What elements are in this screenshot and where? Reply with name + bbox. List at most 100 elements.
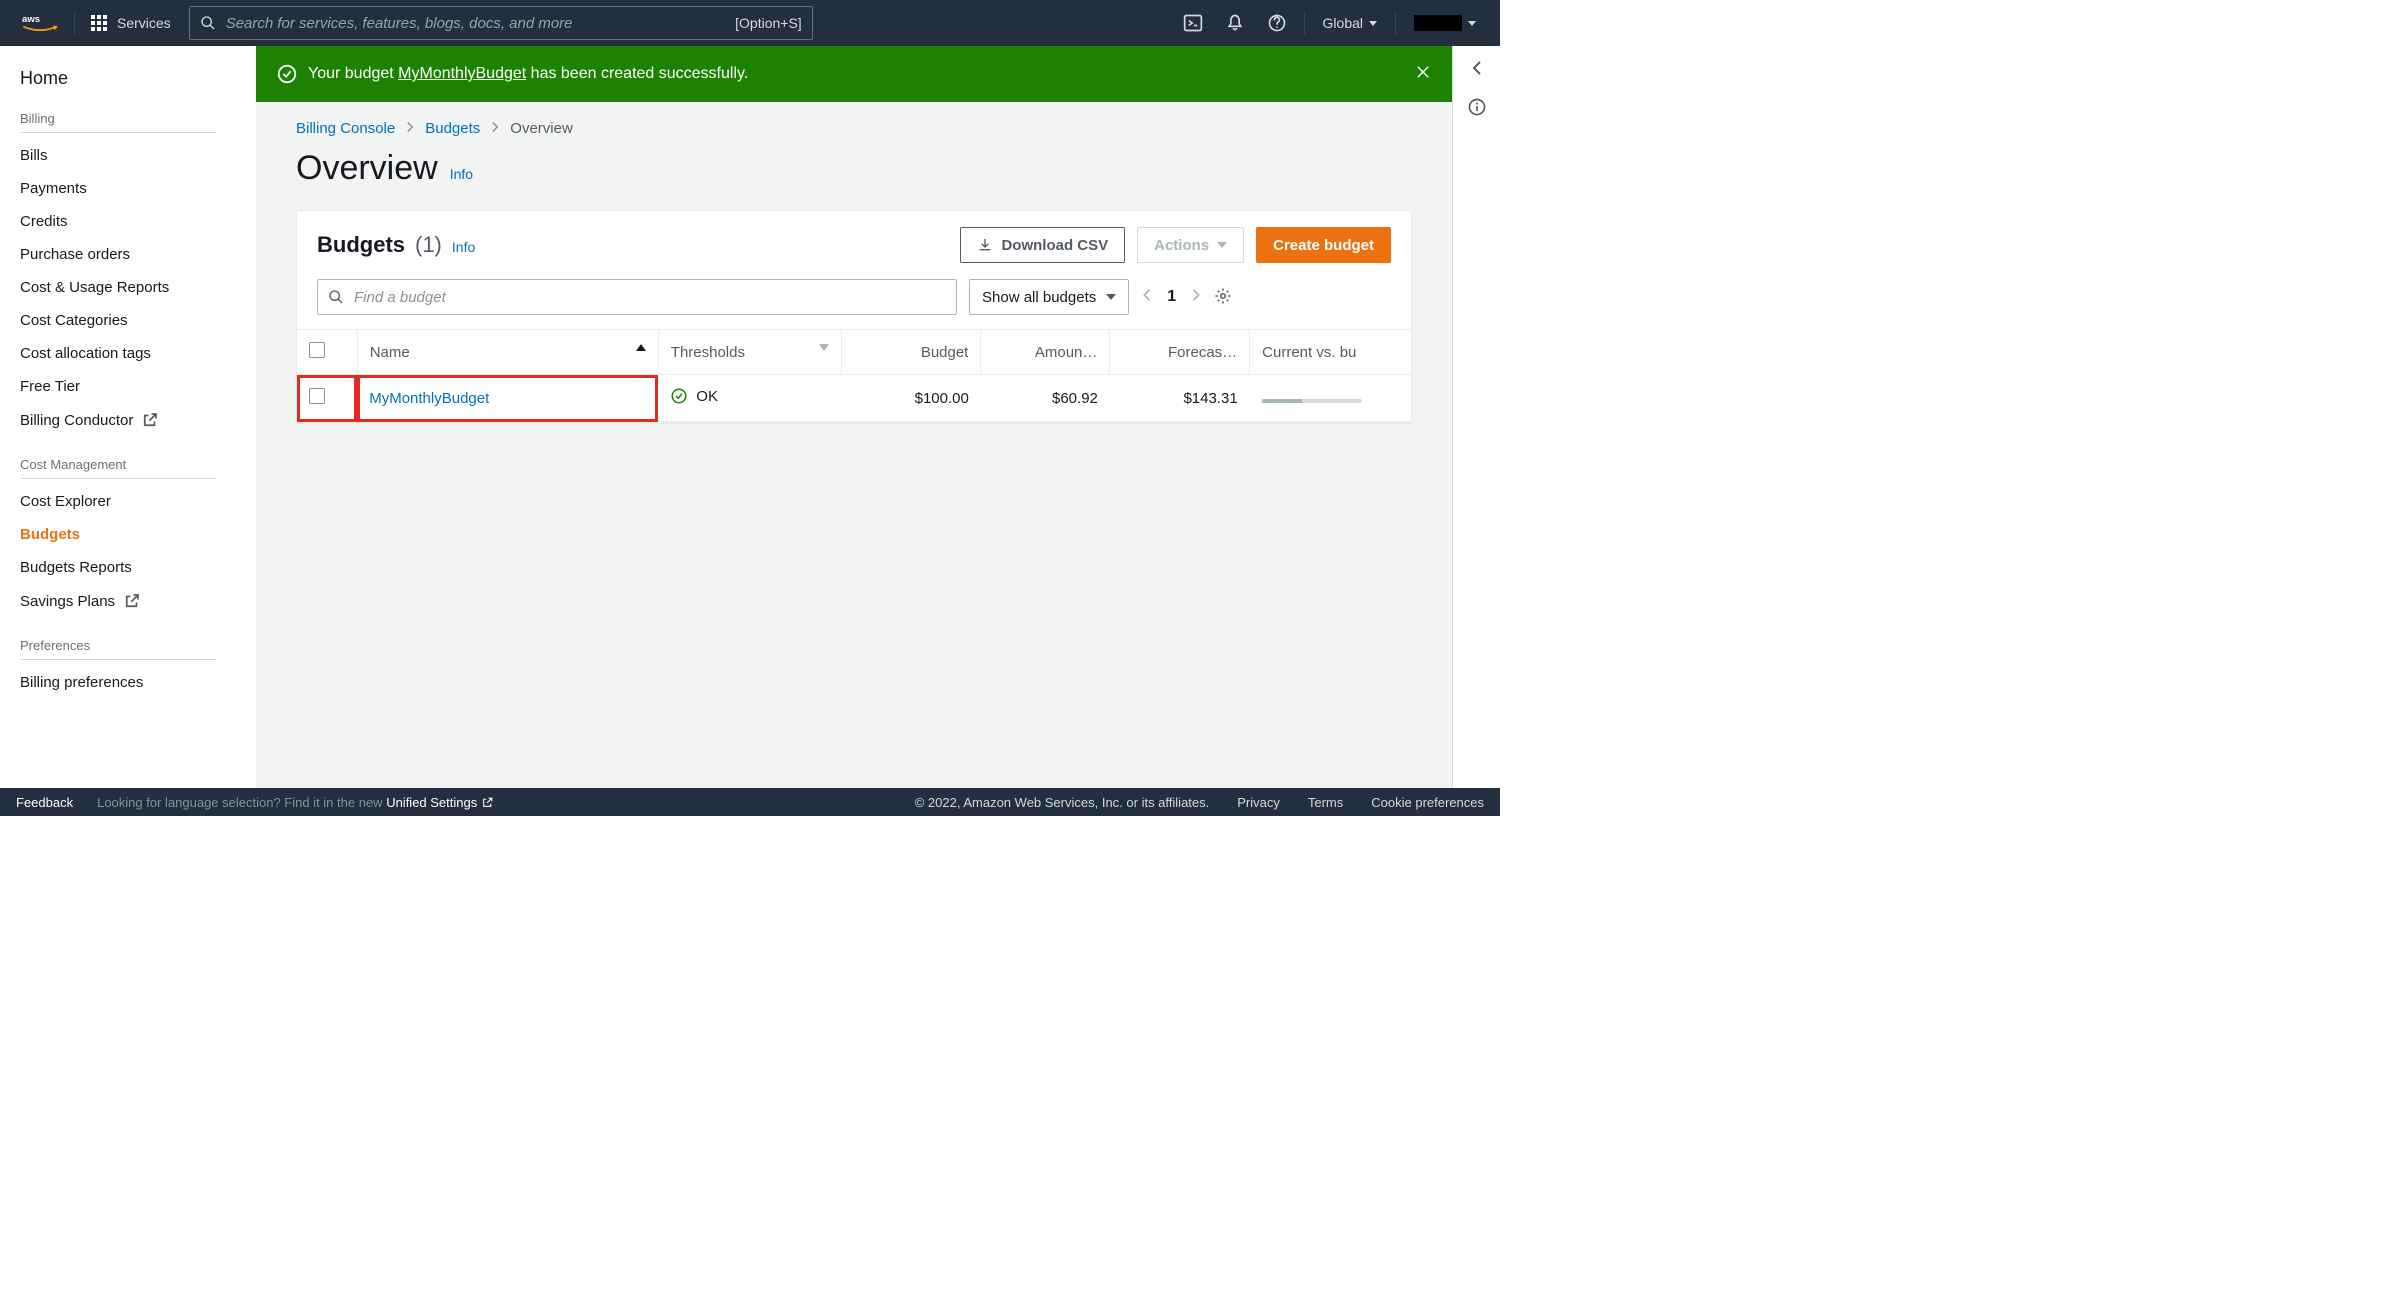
alert-budget-link[interactable]: MyMonthlyBudget [398, 65, 526, 82]
sidenav-item-bills[interactable]: Bills [20, 139, 216, 172]
table-header-row: Name Thresholds Budget Amoun… Forecas… C… [297, 330, 1411, 375]
download-icon [977, 237, 993, 253]
check-circle-icon [670, 387, 688, 405]
sort-asc-icon [636, 344, 646, 351]
sidenav-item-billing-conductor[interactable]: Billing Conductor [20, 403, 216, 437]
col-forecast[interactable]: Forecas… [1110, 330, 1250, 375]
sidenav-item-budgets[interactable]: Budgets [20, 518, 216, 551]
budgets-panel: Budgets (1) Info Download CSV Actions [296, 210, 1412, 423]
col-budget[interactable]: Budget [841, 330, 981, 375]
privacy-link[interactable]: Privacy [1237, 795, 1280, 810]
sidenav-item-cost-allocation-tags[interactable]: Cost allocation tags [20, 337, 216, 370]
bell-icon [1225, 13, 1245, 33]
alert-message: Your budget MyMonthlyBudget has been cre… [308, 65, 1404, 83]
breadcrumb-root[interactable]: Billing Console [296, 120, 395, 137]
create-budget-button[interactable]: Create budget [1256, 227, 1391, 263]
filter-dropdown[interactable]: Show all budgets [969, 279, 1129, 315]
services-button[interactable]: Services [81, 0, 181, 46]
right-rail-collapse-button[interactable] [1470, 60, 1484, 79]
external-link-icon [123, 592, 141, 610]
chevron-down-icon [1468, 21, 1476, 26]
budget-name-link[interactable]: MyMonthlyBudget [369, 390, 489, 407]
breadcrumb-parent[interactable]: Budgets [425, 120, 480, 137]
sidenav-item-billing-preferences[interactable]: Billing preferences [20, 666, 216, 699]
feedback-link[interactable]: Feedback [16, 795, 73, 810]
page-info-link[interactable]: Info [450, 166, 473, 182]
footer-copyright: © 2022, Amazon Web Services, Inc. or its… [915, 795, 1210, 810]
col-thresholds[interactable]: Thresholds [658, 330, 841, 375]
budgets-table: Name Thresholds Budget Amoun… Forecas… C… [297, 329, 1411, 422]
gear-icon [1214, 287, 1232, 305]
apps-grid-icon [91, 15, 107, 31]
breadcrumb-current: Overview [510, 120, 573, 137]
lang-hint: Looking for language selection? Find it … [97, 795, 494, 810]
sidenav-item-cur[interactable]: Cost & Usage Reports [20, 271, 216, 304]
terms-link[interactable]: Terms [1308, 795, 1343, 810]
panel-title: Budgets (1) Info [317, 232, 475, 258]
sidenav-item-credits[interactable]: Credits [20, 205, 216, 238]
check-circle-icon [276, 63, 298, 85]
help-button[interactable] [1256, 0, 1298, 46]
table-row: MyMonthlyBudget OK $100.00 $60.92 $143.3… [297, 375, 1411, 422]
sidenav-item-payments[interactable]: Payments [20, 172, 216, 205]
chevron-left-icon [1470, 60, 1484, 76]
progress-bar [1262, 399, 1362, 403]
col-current-vs[interactable]: Current vs. bu [1250, 330, 1411, 375]
right-rail-info-button[interactable] [1467, 97, 1487, 120]
close-icon [1414, 63, 1432, 81]
threshold-status: OK [670, 387, 718, 405]
success-alert: Your budget MyMonthlyBudget has been cre… [256, 46, 1452, 102]
sidenav-item-purchase-orders[interactable]: Purchase orders [20, 238, 216, 271]
sidenav-item-cost-explorer[interactable]: Cost Explorer [20, 485, 216, 518]
sidenav-item-budgets-reports[interactable]: Budgets Reports [20, 551, 216, 584]
right-rail [1452, 46, 1500, 788]
current-vs-cell [1250, 375, 1411, 422]
forecast-cell: $143.31 [1110, 375, 1250, 422]
account-menu[interactable] [1402, 0, 1488, 46]
search-shortcut: [Option+S] [735, 15, 802, 31]
account-name-redacted [1414, 15, 1462, 31]
panel-info-link[interactable]: Info [452, 239, 475, 255]
sidenav-home[interactable]: Home [20, 62, 240, 105]
alert-close-button[interactable] [1414, 61, 1432, 87]
unified-settings-link[interactable]: Unified Settings [386, 795, 494, 810]
breadcrumbs: Billing Console Budgets Overview [296, 120, 1412, 137]
main-content: Your budget MyMonthlyBudget has been cre… [256, 46, 1452, 788]
search-icon [328, 289, 344, 305]
actions-button[interactable]: Actions [1137, 227, 1244, 263]
page-next-button[interactable] [1190, 288, 1202, 307]
global-search-input[interactable] [226, 15, 725, 32]
cookie-preferences-link[interactable]: Cookie preferences [1371, 795, 1484, 810]
page-number: 1 [1167, 288, 1176, 306]
panel-toolbar: Show all budgets 1 [297, 279, 1411, 329]
col-amount[interactable]: Amoun… [981, 330, 1110, 375]
services-label: Services [117, 15, 171, 31]
aws-logo[interactable]: aws [12, 0, 68, 46]
col-select [297, 330, 357, 375]
chevron-down-icon [1369, 21, 1377, 26]
find-budget-input-wrap[interactable] [317, 279, 957, 315]
page-title: Overview Info [296, 149, 1412, 188]
select-all-checkbox[interactable] [309, 342, 325, 358]
row-checkbox[interactable] [309, 388, 325, 404]
sidenav-section-cost-management: Cost Management [20, 451, 216, 479]
chevron-down-icon [1217, 242, 1227, 248]
sidenav-item-cost-categories[interactable]: Cost Categories [20, 304, 216, 337]
sidenav-item-savings-plans[interactable]: Savings Plans [20, 584, 216, 618]
cloudshell-icon [1183, 13, 1203, 33]
global-search[interactable]: [Option+S] [189, 6, 813, 40]
page-prev-button[interactable] [1141, 288, 1153, 307]
nav-divider [1304, 11, 1305, 35]
top-nav: aws Services [Option+S] Global [0, 0, 1500, 46]
col-name[interactable]: Name [357, 330, 658, 375]
sidenav-item-free-tier[interactable]: Free Tier [20, 370, 216, 403]
cloudshell-button[interactable] [1172, 0, 1214, 46]
sidenav-section-billing: Billing [20, 105, 216, 133]
table-settings-button[interactable] [1214, 287, 1232, 308]
find-budget-input[interactable] [354, 289, 946, 306]
chevron-right-icon [490, 120, 500, 137]
download-csv-button[interactable]: Download CSV [960, 227, 1125, 263]
notifications-button[interactable] [1214, 0, 1256, 46]
sort-icon [819, 344, 829, 351]
region-selector[interactable]: Global [1311, 0, 1389, 46]
